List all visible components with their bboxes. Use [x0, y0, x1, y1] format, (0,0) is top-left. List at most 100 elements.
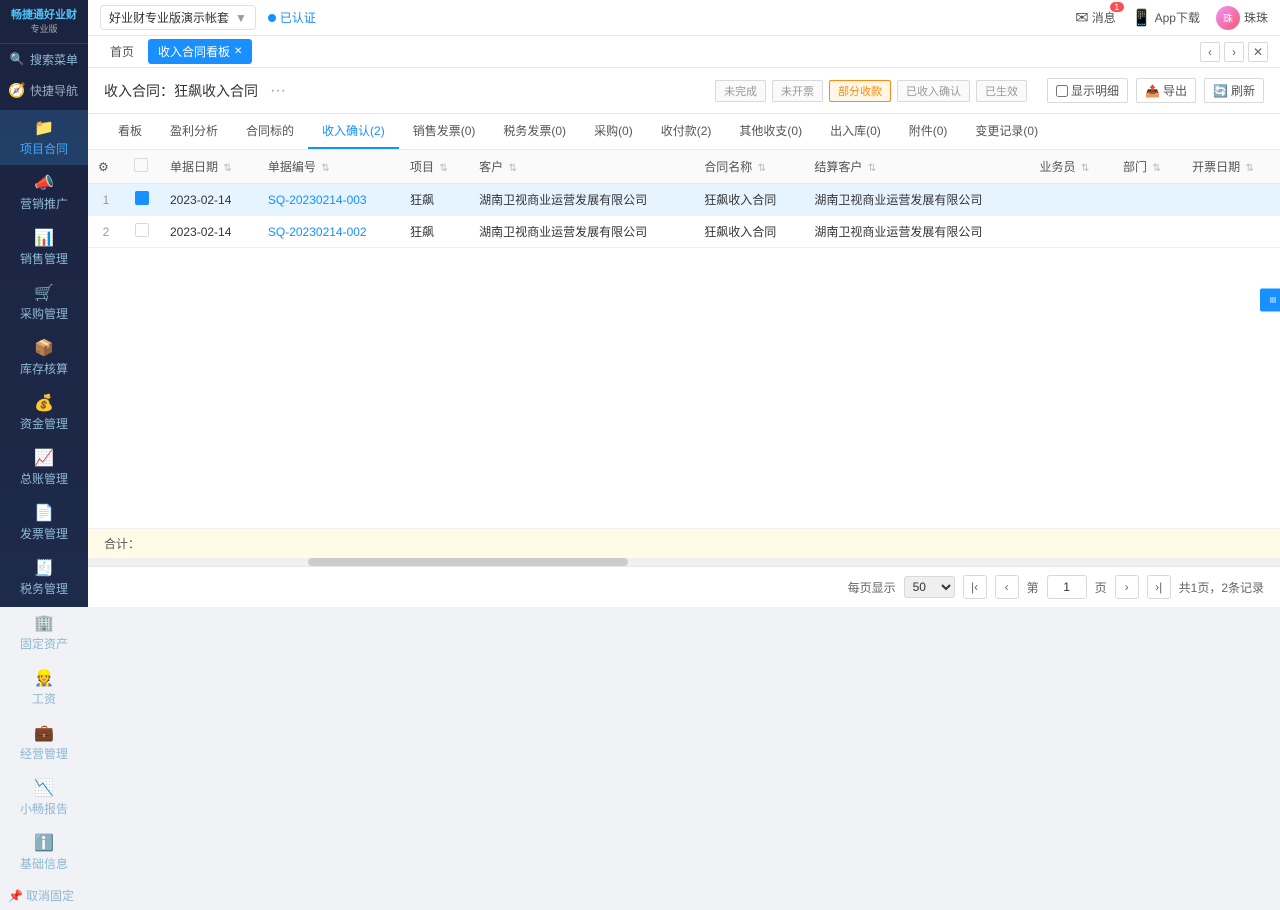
sidebar-project-label: 项目合同	[20, 140, 68, 157]
contract-title: 收入合同：狂飙收入合同	[104, 81, 258, 101]
org-selector[interactable]: 好业财专业版演示帐套 ▼	[100, 5, 256, 30]
tab-prev-button[interactable]: ‹	[1200, 42, 1220, 62]
app-download-button[interactable]: 📱 App下载	[1132, 8, 1200, 28]
sort-customer-icon[interactable]: ⇅	[509, 163, 517, 174]
table-wrapper[interactable]: ⚙ 单据日期 ⇅ 单据编号 ⇅	[88, 150, 1280, 528]
row-number-link-2[interactable]: SQ-20230214-002	[268, 225, 367, 239]
sidebar-item-invoice[interactable]: 📄 发票管理	[0, 495, 88, 550]
row-department-1	[1113, 184, 1182, 216]
page-size-select[interactable]: 10 20 50 100	[904, 576, 955, 598]
sort-date-icon[interactable]: ⇅	[223, 163, 231, 174]
sub-tab-revenue-label: 收入确认(2)	[322, 124, 385, 138]
sidebar-item-fixed-assets[interactable]: 🏢 固定资产	[0, 605, 88, 660]
first-page-button[interactable]: |‹	[963, 575, 987, 599]
sub-tab-profit-label: 盈利分析	[170, 124, 218, 138]
prev-page-button[interactable]: ‹	[995, 575, 1019, 599]
sidebar-item-management[interactable]: 💼 经营管理	[0, 715, 88, 770]
show-detail-checkbox[interactable]: 显示明细	[1047, 78, 1128, 103]
sort-project-icon[interactable]: ⇅	[439, 163, 447, 174]
tab-home[interactable]: 首页	[100, 39, 144, 64]
refresh-icon: 🔄	[1213, 84, 1228, 98]
sidebar-item-purchase[interactable]: 🛒 采购管理	[0, 275, 88, 330]
tab-next-button[interactable]: ›	[1224, 42, 1244, 62]
sub-tab-warehouse[interactable]: 出入库(0)	[816, 114, 895, 149]
settings-icon[interactable]: ⚙	[98, 160, 109, 174]
refresh-button[interactable]: 🔄 刷新	[1204, 78, 1264, 103]
page-number-input[interactable]: 1	[1047, 575, 1087, 599]
export-button[interactable]: 📤 导出	[1136, 78, 1196, 103]
sort-invoice-date-icon[interactable]: ⇅	[1245, 163, 1253, 174]
row-number-link-1[interactable]: SQ-20230214-003	[268, 193, 367, 207]
sub-tab-purchase-label: 采购(0)	[594, 124, 633, 138]
sub-tab-purchase[interactable]: 采购(0)	[580, 114, 647, 149]
select-all-checkbox[interactable]	[134, 158, 148, 172]
sort-contract-icon[interactable]: ⇅	[758, 163, 766, 174]
page-header: 收入合同：狂飙收入合同 ··· 未完成 未开票 部分收款 已收入确认 已生效 显…	[88, 68, 1280, 114]
page-content: 收入合同：狂飙收入合同 ··· 未完成 未开票 部分收款 已收入确认 已生效 显…	[88, 68, 1280, 607]
sidebar-item-tax[interactable]: 🧾 税务管理	[0, 550, 88, 605]
sub-tab-payment[interactable]: 收付款(2)	[647, 114, 726, 149]
sidebar-item-payroll[interactable]: 👷 工资	[0, 660, 88, 715]
float-action-button[interactable]: ≡	[1260, 288, 1280, 311]
user-menu-button[interactable]: 珠 珠珠	[1216, 6, 1268, 30]
sidebar-item-sales[interactable]: 📊 销售管理	[0, 220, 88, 275]
total-label: 合计：	[104, 535, 140, 552]
row-contract-name-2: 狂飙收入合同	[694, 216, 804, 248]
sidebar-sales-label: 销售管理	[20, 250, 68, 267]
sort-salesperson-icon[interactable]: ⇅	[1081, 163, 1089, 174]
sidebar-unpin-button[interactable]: 📌 取消固定	[0, 880, 88, 910]
sidebar-mgmt-label: 经营管理	[20, 745, 68, 762]
row-checkbox-1[interactable]	[124, 184, 160, 216]
tab-income-contract[interactable]: 收入合同看板 ✕	[148, 39, 252, 64]
sub-tab-overview[interactable]: 看板	[104, 114, 156, 149]
tab-close-all-button[interactable]: ✕	[1248, 42, 1268, 62]
th-department-label: 部门	[1123, 160, 1147, 174]
sidebar-item-project-contract[interactable]: 📁 项目合同	[0, 110, 88, 165]
last-page-button[interactable]: ›|	[1147, 575, 1171, 599]
sidebar-item-basic-info[interactable]: ℹ️ 基础信息	[0, 825, 88, 880]
sidebar-item-funds[interactable]: 💰 资金管理	[0, 385, 88, 440]
th-salesperson: 业务员 ⇅	[1029, 150, 1113, 184]
sub-tab-other[interactable]: 其他收支(0)	[725, 114, 816, 149]
table-scrollbar[interactable]	[88, 558, 1280, 566]
row-num-2: 2	[88, 216, 124, 248]
sub-tab-profit[interactable]: 盈利分析	[156, 114, 232, 149]
th-project: 项目 ⇅	[400, 150, 469, 184]
sub-tab-tax-invoice[interactable]: 税务发票(0)	[489, 114, 580, 149]
sort-number-icon[interactable]: ⇅	[321, 163, 329, 174]
th-settings: ⚙	[88, 150, 124, 184]
row-checkbox-2[interactable]	[124, 216, 160, 248]
sort-dept-icon[interactable]: ⇅	[1152, 163, 1160, 174]
sidebar-item-report[interactable]: 📉 小畅报告	[0, 770, 88, 825]
sub-tab-sales-invoice[interactable]: 销售发票(0)	[399, 114, 490, 149]
report-icon: 📉	[34, 778, 54, 798]
th-customer: 客户 ⇅	[469, 150, 694, 184]
status-uninvoiced: 未开票	[772, 80, 823, 102]
sub-tab-contract-subject[interactable]: 合同标的	[232, 114, 308, 149]
data-table: ⚙ 单据日期 ⇅ 单据编号 ⇅	[88, 150, 1280, 248]
sort-settle-icon[interactable]: ⇅	[868, 163, 876, 174]
sidebar-item-ledger[interactable]: 📈 总账管理	[0, 440, 88, 495]
sub-tab-change-log[interactable]: 变更记录(0)	[961, 114, 1052, 149]
sub-tabs: 看板 盈利分析 合同标的 收入确认(2) 销售发票(0) 税务发票(0) 采购(…	[88, 114, 1280, 150]
next-page-button[interactable]: ›	[1115, 575, 1139, 599]
sub-tab-subject-label: 合同标的	[246, 124, 294, 138]
sidebar-item-search[interactable]: 🔍 搜索菜单	[0, 44, 88, 74]
sidebar-item-quicknav[interactable]: 🧭 快捷导航	[0, 74, 88, 106]
status-uncompleted: 未完成	[715, 80, 766, 102]
table-row[interactable]: 2 2023-02-14 SQ-20230214-002 狂飙 湖南卫视商业运营…	[88, 216, 1280, 248]
worker-icon: 👷	[34, 668, 54, 688]
tab-close-icon[interactable]: ✕	[234, 46, 242, 57]
table-row[interactable]: 1 2023-02-14 SQ-20230214-003 狂飙 湖南卫视商业运营…	[88, 184, 1280, 216]
message-button[interactable]: ✉ 消息 1	[1075, 8, 1115, 28]
sidebar-item-marketing[interactable]: 📣 营销推广	[0, 165, 88, 220]
sidebar-item-inventory[interactable]: 📦 库存核算	[0, 330, 88, 385]
sub-tab-revenue-confirm[interactable]: 收入确认(2)	[308, 114, 399, 149]
message-badge: 1	[1110, 2, 1124, 12]
sub-tab-attachment[interactable]: 附件(0)	[895, 114, 962, 149]
table-scroll-thumb[interactable]	[308, 558, 628, 566]
sub-tab-sales-invoice-label: 销售发票(0)	[413, 124, 476, 138]
more-options-button[interactable]: ···	[270, 82, 286, 100]
detail-checkbox-input[interactable]	[1056, 85, 1068, 97]
th-invoice-date-label: 开票日期	[1192, 160, 1240, 174]
